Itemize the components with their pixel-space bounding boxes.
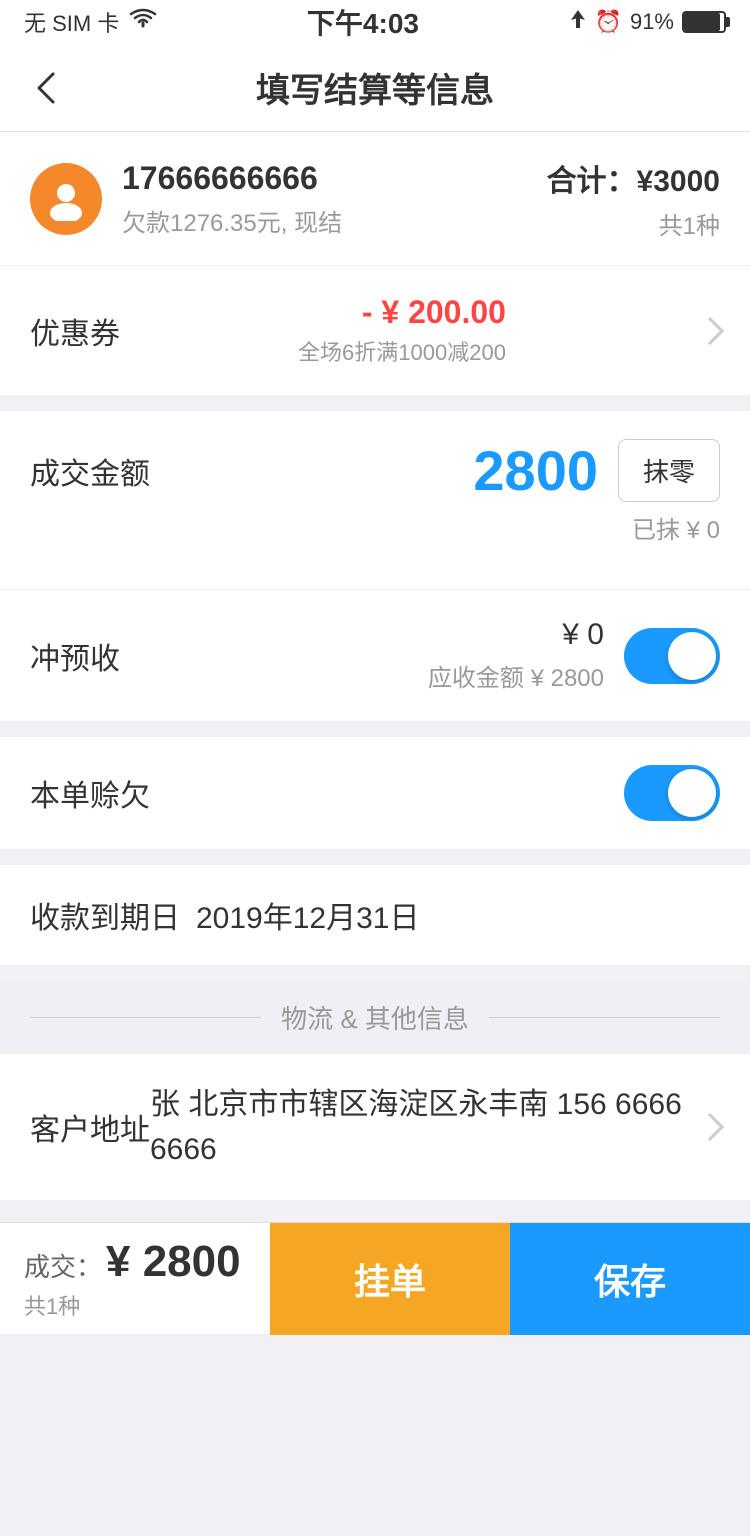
hang-button[interactable]: 挂单: [270, 1223, 510, 1335]
customer-card: 17666666666 欠款1276.35元, 现结 合计：¥3000 共1种 …: [0, 132, 750, 395]
deal-section: 成交金额 2800 抹零 已抹 ¥ 0: [0, 411, 750, 573]
nav-bar: 填写结算等信息: [0, 44, 750, 132]
round-off-button[interactable]: 抹零: [618, 439, 720, 502]
alarm-icon: ⏰: [595, 9, 622, 35]
due-date-label: 收款到期日: [30, 893, 180, 937]
address-value: 张 北京市市辖区海淀区永丰南 156 6666 6666: [150, 1082, 688, 1172]
precollect-amount: ¥ 0: [428, 618, 604, 652]
customer-phone: 17666666666: [122, 160, 547, 197]
precollect-section: 冲预收 ¥ 0 应收金额 ¥ 2800: [0, 589, 750, 721]
deal-row: 成交金额 2800 抹零: [30, 439, 720, 502]
own-debt-card: 本单赊欠: [0, 737, 750, 849]
sim-text: 无 SIM 卡: [24, 6, 119, 38]
bottom-deal-amount: ¥ 2800: [106, 1237, 241, 1287]
location-icon: [569, 8, 587, 36]
own-debt-label: 本单赊欠: [30, 771, 150, 815]
precollect-amount-group: ¥ 0 应收金额 ¥ 2800: [428, 618, 604, 693]
logistics-label: 物流 & 其他信息: [261, 999, 489, 1036]
status-time: 下午4:03: [307, 2, 419, 42]
address-chevron-icon: [696, 1113, 724, 1141]
total-amount: 合计：¥3000: [547, 156, 720, 200]
logistics-divider: 物流 & 其他信息: [0, 981, 750, 1054]
customer-debt: 欠款1276.35元, 现结: [122, 203, 547, 238]
bottom-deal-row: 成交： ¥ 2800: [24, 1237, 246, 1287]
divider-line-right: [489, 1017, 720, 1018]
bottom-bar: 成交： ¥ 2800 共1种 挂单 保存: [0, 1222, 750, 1334]
divider-line-left: [30, 1017, 261, 1018]
deal-right: 2800 抹零: [473, 439, 720, 502]
coupon-label: 优惠券: [30, 309, 120, 353]
coupon-desc: 全场6折满1000减200: [298, 335, 506, 367]
battery-pct: 91%: [630, 9, 674, 35]
precollect-receivable: 应收金额 ¥ 2800: [428, 658, 604, 693]
address-label: 客户地址: [30, 1105, 150, 1149]
due-date-value: 2019年12月31日: [196, 893, 419, 937]
bottom-deal-count: 共1种: [24, 1289, 246, 1321]
customer-total: 合计：¥3000 共1种: [547, 156, 720, 241]
customer-row: 17666666666 欠款1276.35元, 现结 合计：¥3000 共1种: [0, 132, 750, 265]
save-button[interactable]: 保存: [510, 1223, 750, 1335]
precollect-row: 冲预收 ¥ 0 应收金额 ¥ 2800: [30, 618, 720, 693]
bottom-deal-label: 成交：: [24, 1247, 102, 1284]
avatar: [30, 163, 102, 235]
status-bar: 无 SIM 卡 下午4:03 ⏰ 91%: [0, 0, 750, 44]
total-count: 共1种: [547, 206, 720, 241]
wifi-icon: [129, 8, 157, 36]
coupon-chevron-icon: [696, 316, 724, 344]
address-card[interactable]: 客户地址 张 北京市市辖区海淀区永丰南 156 6666 6666: [0, 1054, 750, 1200]
precollect-right: ¥ 0 应收金额 ¥ 2800: [428, 618, 720, 693]
coupon-row[interactable]: 优惠券 - ¥ 200.00 全场6折满1000减200: [0, 265, 750, 395]
own-debt-toggle[interactable]: [624, 765, 720, 821]
toggle-knob: [668, 632, 716, 680]
status-right: ⏰ 91%: [569, 8, 726, 36]
deal-label: 成交金额: [30, 449, 150, 493]
bottom-summary: 成交： ¥ 2800 共1种: [0, 1237, 270, 1321]
deal-card: 成交金额 2800 抹零 已抹 ¥ 0 冲预收 ¥ 0 应收金额 ¥ 2800: [0, 411, 750, 721]
deal-amount: 2800: [473, 443, 598, 499]
customer-info: 17666666666 欠款1276.35元, 现结: [122, 160, 547, 238]
status-left: 无 SIM 卡: [24, 6, 157, 38]
back-button[interactable]: [24, 66, 68, 110]
page-title: 填写结算等信息: [256, 63, 494, 112]
coupon-amount: - ¥ 200.00: [298, 294, 506, 331]
battery-icon: [682, 11, 726, 33]
own-debt-toggle-knob: [668, 769, 716, 817]
deal-sub: 已抹 ¥ 0: [632, 517, 720, 544]
precollect-toggle[interactable]: [624, 628, 720, 684]
due-date-card: 收款到期日 2019年12月31日: [0, 865, 750, 965]
precollect-label: 冲预收: [30, 634, 120, 678]
